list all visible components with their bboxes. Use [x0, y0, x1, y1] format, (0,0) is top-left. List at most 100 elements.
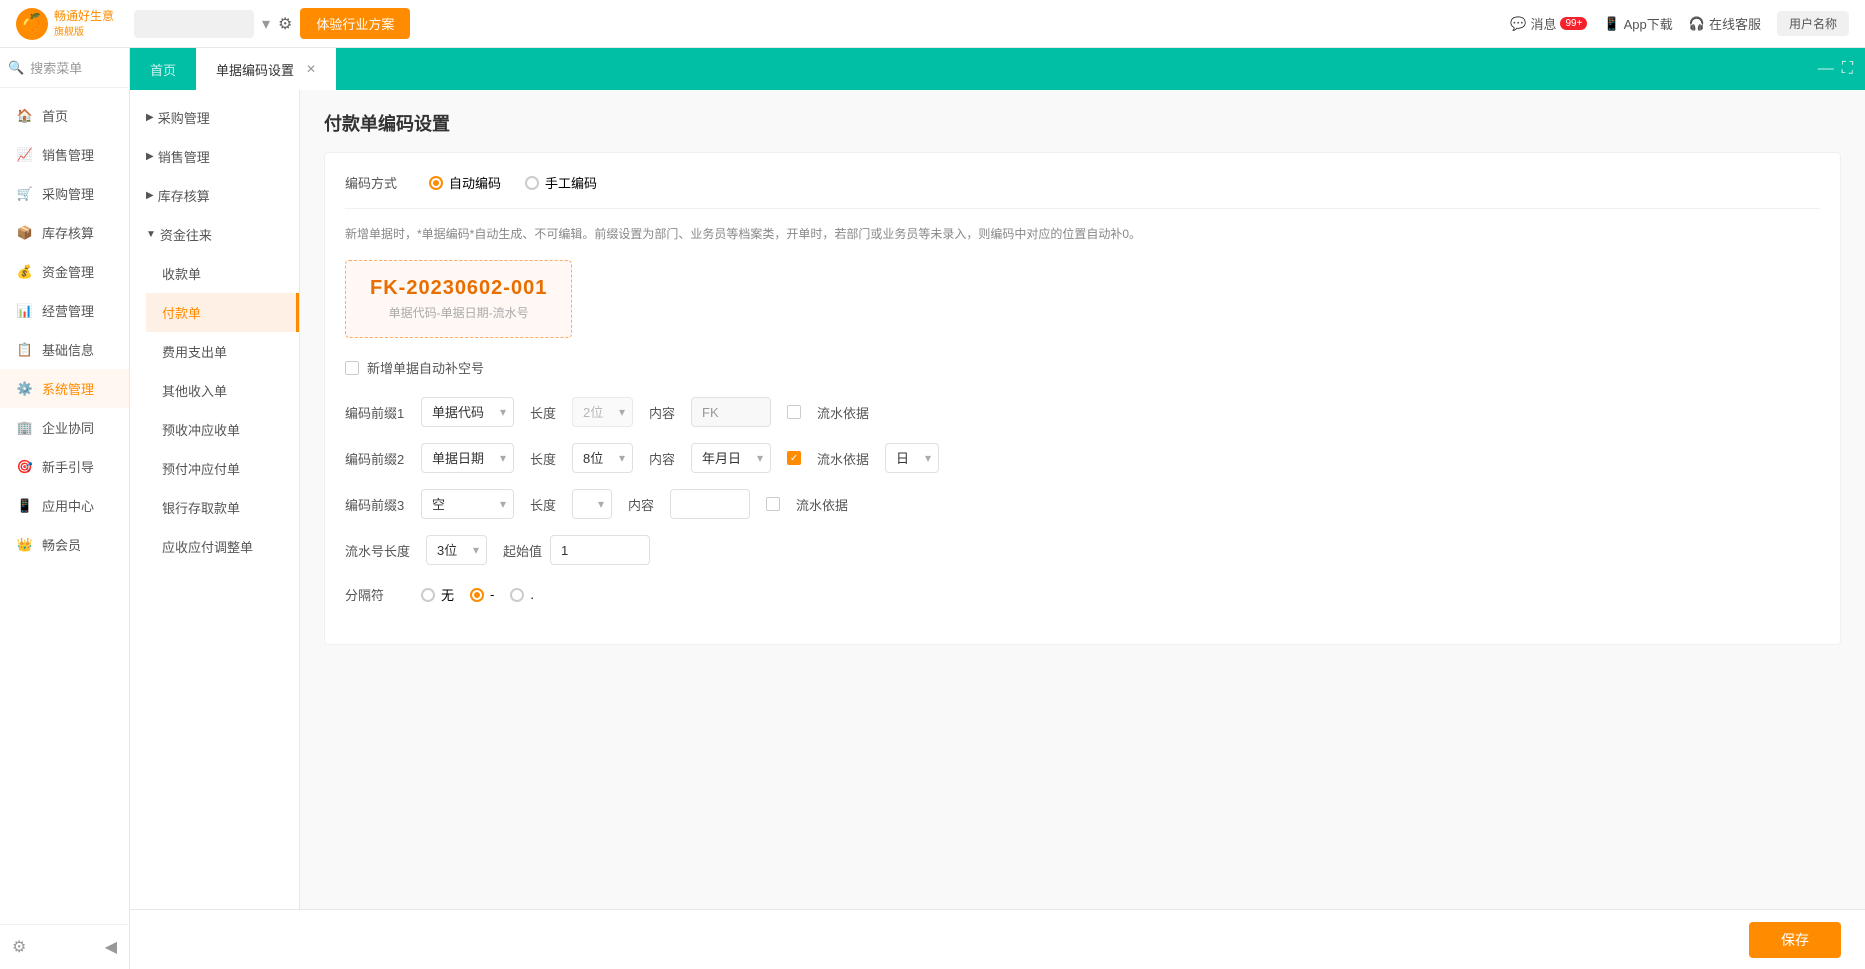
sub-item-receipt[interactable]: 收款单	[146, 254, 299, 293]
sep-none-radio[interactable]: 无	[421, 585, 454, 604]
prefix3-serial-label: 流水依据	[796, 495, 848, 514]
sidebar-item-inventory[interactable]: 📦 库存核算	[0, 213, 129, 252]
settings-bottom-icon[interactable]: ⚙	[12, 937, 26, 957]
serial-length-label: 流水号长度	[345, 541, 410, 560]
prefix2-content-select[interactable]: 年月日 年月 年	[691, 443, 771, 473]
prefix1-length-label: 长度	[530, 403, 556, 422]
prefix3-length-select[interactable]	[572, 489, 612, 519]
start-value-label: 起始值	[503, 541, 542, 560]
apps-icon: 📱	[16, 497, 34, 515]
tab-expand-icon[interactable]: ⛶	[1842, 60, 1853, 78]
brand-text: 畅通好生意 旗舰版	[54, 9, 114, 38]
prefix1-row: 编码前缀1 单据代码 单据日期 空 长度 2位	[345, 397, 1820, 427]
sidebar-item-basics[interactable]: 📋 基础信息	[0, 330, 129, 369]
headset-icon: 🎧	[1689, 16, 1705, 32]
sep-dash-radio-circle	[470, 588, 484, 602]
start-value-input[interactable]	[550, 535, 650, 565]
tab-minimize-icon[interactable]: —	[1818, 60, 1834, 78]
prefix1-content-input[interactable]	[691, 397, 771, 427]
prefix2-period-select[interactable]: 日 月 年	[885, 443, 939, 473]
auto-fill-row: 新增单据自动补空号	[345, 358, 1820, 377]
left-sidebar: 🔍 搜索菜单 🏠 首页 📈 销售管理 🛒 采购管理 📦 库存核算 💰	[0, 48, 130, 969]
prefix1-content-label: 内容	[649, 403, 675, 422]
code-preview-sub: 单据代码-单据日期-流水号	[370, 304, 547, 321]
purchase-icon: 🛒	[16, 185, 34, 203]
collapse-icon[interactable]: ◀	[105, 937, 117, 957]
sub-group-purchase[interactable]: ▶ 采购管理	[130, 98, 299, 137]
prefix3-serial-checkbox[interactable]	[766, 497, 780, 511]
sub-item-ar-ap[interactable]: 应收应付调整单	[146, 527, 299, 566]
service-button[interactable]: 🎧 在线客服	[1689, 14, 1761, 33]
sidebar-item-member[interactable]: 👑 畅会员	[0, 525, 129, 564]
sidebar-item-operations[interactable]: 📊 经营管理	[0, 291, 129, 330]
prefix1-length-wrapper: 2位	[572, 397, 633, 427]
manual-code-radio-circle	[525, 176, 539, 190]
gear-icon[interactable]: ⚙	[278, 14, 292, 34]
serial-length-select[interactable]: 3位 4位 5位	[426, 535, 487, 565]
tab-bar: 首页 单据编码设置 ✕ — ⛶	[130, 48, 1865, 90]
topbar-left: 🍊 畅通好生意 旗舰版 ▾ ⚙ 体验行业方案	[16, 8, 410, 40]
sidebar-item-apps[interactable]: 📱 应用中心	[0, 486, 129, 525]
prefix1-select[interactable]: 单据代码 单据日期 空	[421, 397, 514, 427]
sep-dash-radio[interactable]: -	[470, 587, 494, 602]
prefix1-length-select[interactable]: 2位	[572, 397, 633, 427]
prefix2-select[interactable]: 单据日期 单据代码 空	[421, 443, 514, 473]
tab-bar-actions: — ⛶	[1818, 60, 1865, 78]
prefix2-length-select[interactable]: 8位 6位 4位	[572, 443, 633, 473]
prefix3-content-input[interactable]	[670, 489, 750, 519]
sub-item-other-income[interactable]: 其他收入单	[146, 371, 299, 410]
trial-button[interactable]: 体验行业方案	[300, 8, 410, 39]
sidebar-item-system[interactable]: ⚙️ 系统管理	[0, 369, 129, 408]
sub-group-inventory[interactable]: ▶ 库存核算	[130, 176, 299, 215]
tab-close-icon[interactable]: ✕	[306, 62, 316, 76]
auto-code-radio[interactable]: 自动编码	[429, 173, 501, 192]
content-area: 首页 单据编码设置 ✕ — ⛶ ▶ 采购管理 ▶ 销售管理	[130, 48, 1865, 969]
sub-group-sales[interactable]: ▶ 销售管理	[130, 137, 299, 176]
sub-item-prepay-collect[interactable]: 预收冲应收单	[146, 410, 299, 449]
download-button[interactable]: 📱 App下载	[1603, 14, 1672, 33]
sidebar-item-guide[interactable]: 🎯 新手引导	[0, 447, 129, 486]
expand-icon[interactable]: ▾	[262, 14, 270, 34]
sub-item-payment[interactable]: 付款单	[146, 293, 299, 332]
prefix1-serial-checkbox[interactable]	[787, 405, 801, 419]
page-content: 付款单编码设置 编码方式 自动编码 手工编码	[300, 90, 1865, 909]
sidebar-nav: 🏠 首页 📈 销售管理 🛒 采购管理 📦 库存核算 💰 资金管理 📊 经	[0, 88, 129, 924]
prefix2-row: 编码前缀2 单据日期 单据代码 空 长度 8位	[345, 443, 1820, 473]
company-selector[interactable]	[134, 10, 254, 38]
sub-item-bank[interactable]: 银行存取款单	[146, 488, 299, 527]
sep-dot-radio-circle	[510, 588, 524, 602]
sidebar-bottom: ⚙ ◀	[0, 924, 129, 969]
manual-code-radio[interactable]: 手工编码	[525, 173, 597, 192]
auto-fill-checkbox[interactable]	[345, 361, 359, 375]
sub-group-capital[interactable]: ▼ 资金往来	[130, 215, 299, 254]
sub-item-expense[interactable]: 费用支出单	[146, 332, 299, 371]
tab-home[interactable]: 首页	[130, 48, 196, 90]
tab-coding[interactable]: 单据编码设置 ✕	[196, 48, 336, 90]
sub-layout: ▶ 采购管理 ▶ 销售管理 ▶ 库存核算 ▼ 资金往来 收款单 付款单	[130, 90, 1865, 909]
sidebar-item-purchase[interactable]: 🛒 采购管理	[0, 174, 129, 213]
prefix2-serial-checkbox[interactable]: ✓	[787, 451, 801, 465]
auto-code-radio-dot	[433, 180, 439, 186]
prefix3-select[interactable]: 空 单据代码 单据日期	[421, 489, 514, 519]
sidebar-item-company[interactable]: 🏢 企业协同	[0, 408, 129, 447]
sep-dot-radio[interactable]: .	[510, 587, 534, 602]
search-menu[interactable]: 🔍 搜索菜单	[0, 48, 129, 88]
sidebar-item-home[interactable]: 🏠 首页	[0, 96, 129, 135]
prefix1-select-wrapper: 单据代码 单据日期 空	[421, 397, 514, 427]
main-layout: 🔍 搜索菜单 🏠 首页 📈 销售管理 🛒 采购管理 📦 库存核算 💰	[0, 48, 1865, 969]
start-value-area: 起始值	[503, 535, 650, 565]
sub-item-prepay-pay[interactable]: 预付冲应付单	[146, 449, 299, 488]
member-icon: 👑	[16, 536, 34, 554]
prefix3-length-wrapper	[572, 489, 612, 519]
sidebar-item-sales[interactable]: 📈 销售管理	[0, 135, 129, 174]
prefix2-content-label: 内容	[649, 449, 675, 468]
user-area[interactable]: 用户名称	[1777, 11, 1849, 36]
save-button[interactable]: 保存	[1749, 922, 1841, 958]
prefix2-serial-label: 流水依据	[817, 449, 869, 468]
coding-method-row: 编码方式 自动编码 手工编码	[345, 173, 1820, 209]
info-text: 新增单据时，*单据编码*自动生成、不可编辑。前缀设置为部门、业务员等档案类，开单…	[345, 225, 1820, 244]
sidebar-item-finance[interactable]: 💰 资金管理	[0, 252, 129, 291]
message-button[interactable]: 💬 消息 99+	[1510, 14, 1587, 33]
home-icon: 🏠	[16, 107, 34, 125]
serial-length-wrapper: 3位 4位 5位	[426, 535, 487, 565]
